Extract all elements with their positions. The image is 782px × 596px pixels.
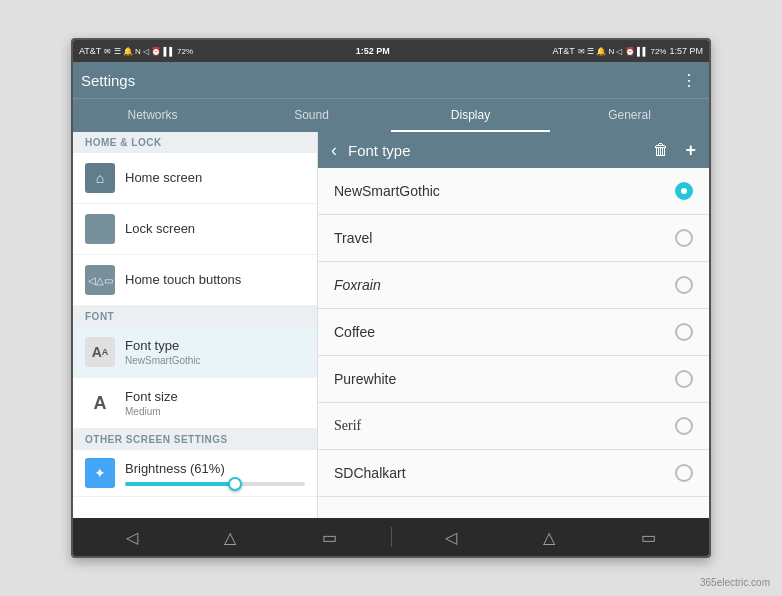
font-size-icon: A xyxy=(85,388,115,418)
font-name-coffee: Coffee xyxy=(334,324,675,340)
radio-sdchalkart[interactable] xyxy=(675,464,693,482)
bottom-nav-left: ◁ △ ▭ xyxy=(73,524,391,551)
more-options-icon[interactable]: ⋮ xyxy=(677,69,701,92)
tab-bar: Networks Sound Display General xyxy=(73,98,709,132)
carrier-right: AT&T xyxy=(552,46,574,56)
brightness-slider-thumb[interactable] xyxy=(228,477,242,491)
recents-button-left[interactable]: ▭ xyxy=(314,524,345,551)
brightness-slider-fill xyxy=(125,482,235,486)
radio-newsmartgothic[interactable] xyxy=(675,182,693,200)
font-item-foxrain[interactable]: Foxrain xyxy=(318,262,709,309)
watermark: 365electric.com xyxy=(700,577,770,588)
font-item-serif[interactable]: Serif xyxy=(318,403,709,450)
add-icon[interactable]: + xyxy=(680,138,701,163)
tab-sound[interactable]: Sound xyxy=(232,99,391,132)
home-touch-buttons-label: Home touch buttons xyxy=(125,272,241,289)
font-name-serif: Serif xyxy=(334,418,675,434)
settings-item-lock-screen[interactable]: Lock screen xyxy=(73,204,317,255)
app-bar-title: Settings xyxy=(81,72,669,89)
bottom-nav-right: ◁ △ ▭ xyxy=(392,524,710,551)
tab-general[interactable]: General xyxy=(550,99,709,132)
main-content: HOME & LOCK ⌂ Home screen xyxy=(73,132,709,518)
radio-purewhite[interactable] xyxy=(675,370,693,388)
right-panel: ‹ Font type 🗑 + NewSmartGothic Travel xyxy=(318,132,709,518)
brightness-slider-track[interactable] xyxy=(125,482,305,486)
home-button-right[interactable]: △ xyxy=(535,524,563,551)
status-time-left: 1:52 PM xyxy=(356,46,390,56)
settings-item-brightness[interactable]: ✦ Brightness (61%) xyxy=(73,450,317,497)
font-name-sdchalkart: SDChalkart xyxy=(334,465,675,481)
font-size-label: Font size Medium xyxy=(125,389,178,417)
radio-foxrain[interactable] xyxy=(675,276,693,294)
status-time-right: 1:57 PM xyxy=(669,46,703,56)
tab-display[interactable]: Display xyxy=(391,99,550,132)
font-type-label: Font type NewSmartGothic xyxy=(125,338,201,366)
status-bar-right: AT&T ✉ ☰ 🔔 N ◁ ⏰ ▌▌ 72% 1:57 PM xyxy=(552,46,703,56)
home-screen-icon: ⌂ xyxy=(85,163,115,193)
font-item-travel[interactable]: Travel xyxy=(318,215,709,262)
app-bar: Settings ⋮ xyxy=(73,62,709,98)
section-header-home-lock: HOME & LOCK xyxy=(73,132,317,153)
status-bar: AT&T ✉ ☰ 🔔 N ◁ ⏰ ▌▌ 72% 1:52 PM AT&T ✉ ☰… xyxy=(73,40,709,62)
back-button-left[interactable]: ◁ xyxy=(118,524,146,551)
font-item-coffee[interactable]: Coffee xyxy=(318,309,709,356)
delete-icon[interactable]: 🗑 xyxy=(648,139,674,161)
bottom-nav: ◁ △ ▭ ◁ △ ▭ xyxy=(73,518,709,556)
status-icons-right: ✉ ☰ 🔔 N ◁ ⏰ ▌▌ 72% xyxy=(578,47,667,56)
carrier-left: AT&T xyxy=(79,46,101,56)
section-header-other: OTHER SCREEN SETTINGS xyxy=(73,429,317,450)
font-name-travel: Travel xyxy=(334,230,675,246)
settings-item-home-touch-buttons[interactable]: ◁△▭ Home touch buttons xyxy=(73,255,317,306)
settings-item-font-type[interactable]: AA Font type NewSmartGothic xyxy=(73,327,317,378)
device-frame: AT&T ✉ ☰ 🔔 N ◁ ⏰ ▌▌ 72% 1:52 PM AT&T ✉ ☰… xyxy=(71,38,711,558)
lock-screen-icon xyxy=(85,214,115,244)
font-name-newsmartgothic: NewSmartGothic xyxy=(334,183,675,199)
right-panel-header: ‹ Font type 🗑 + xyxy=(318,132,709,168)
home-touch-buttons-icon: ◁△▭ xyxy=(85,265,115,295)
back-icon[interactable]: ‹ xyxy=(326,138,342,163)
radio-coffee[interactable] xyxy=(675,323,693,341)
right-panel-title: Font type xyxy=(348,142,642,159)
status-icons-left: ✉ ☰ 🔔 N ◁ ⏰ ▌▌ 72% xyxy=(104,47,193,56)
status-bar-left: AT&T ✉ ☰ 🔔 N ◁ ⏰ ▌▌ 72% xyxy=(79,46,193,56)
recents-button-right[interactable]: ▭ xyxy=(633,524,664,551)
font-name-foxrain: Foxrain xyxy=(334,277,675,293)
home-button-left[interactable]: △ xyxy=(216,524,244,551)
font-name-purewhite: Purewhite xyxy=(334,371,675,387)
font-item-newsmartgothic[interactable]: NewSmartGothic xyxy=(318,168,709,215)
font-list: NewSmartGothic Travel Foxrain xyxy=(318,168,709,497)
radio-serif[interactable] xyxy=(675,417,693,435)
settings-item-font-size[interactable]: A Font size Medium xyxy=(73,378,317,429)
radio-travel[interactable] xyxy=(675,229,693,247)
font-type-icon: AA xyxy=(85,337,115,367)
left-panel: HOME & LOCK ⌂ Home screen xyxy=(73,132,318,518)
font-item-purewhite[interactable]: Purewhite xyxy=(318,356,709,403)
home-screen-label: Home screen xyxy=(125,170,202,187)
back-button-right[interactable]: ◁ xyxy=(437,524,465,551)
brightness-icon: ✦ xyxy=(85,458,115,488)
brightness-content: Brightness (61%) xyxy=(125,461,305,486)
settings-item-home-screen[interactable]: ⌂ Home screen xyxy=(73,153,317,204)
tab-networks[interactable]: Networks xyxy=(73,99,232,132)
brightness-label: Brightness (61%) xyxy=(125,461,305,476)
section-header-font: FONT xyxy=(73,306,317,327)
lock-screen-label: Lock screen xyxy=(125,221,195,238)
font-item-sdchalkart[interactable]: SDChalkart xyxy=(318,450,709,497)
